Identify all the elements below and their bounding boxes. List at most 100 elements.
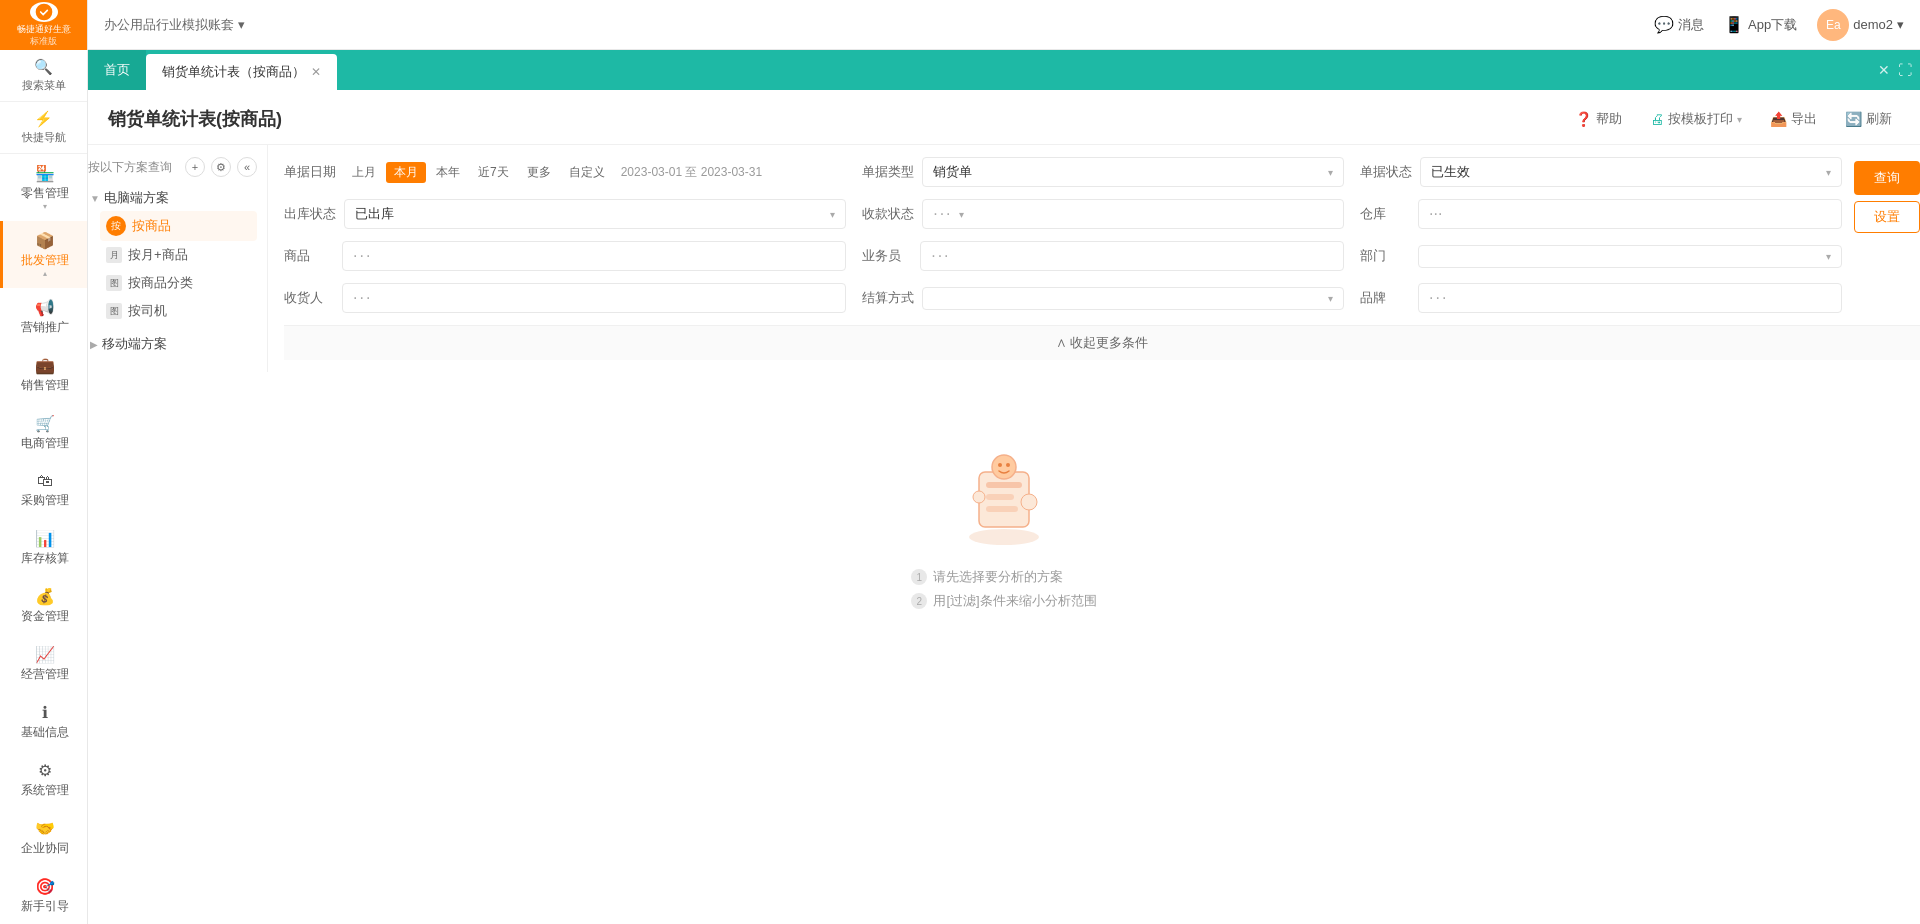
settlement-select[interactable]: ▾ xyxy=(922,287,1344,310)
date-tab-more[interactable]: 更多 xyxy=(519,162,559,183)
type-select[interactable]: 销货单 ▾ xyxy=(922,157,1344,187)
tab-maximize-icon[interactable]: ⛶ xyxy=(1898,62,1912,78)
content-area: 销货单统计表(按商品) ❓ 帮助 🖨 按模板打印 ▾ 📤 导出 xyxy=(88,90,1920,924)
filter-main: 单据日期 上月 本月 本年 近7天 更多 自定义 xyxy=(268,145,1920,372)
filter-row-2: 出库状态 已出库 ▾ 收款状态 ··· xyxy=(284,199,1842,229)
empty-illustration xyxy=(944,432,1064,552)
quick-nav-item[interactable]: ⚡ 快捷导航 xyxy=(0,102,87,154)
sidebar-item-collab[interactable]: 🤝 企业协同 xyxy=(0,809,87,867)
sidebar-item-ecom[interactable]: 🛒 电商管理 xyxy=(0,404,87,462)
svg-point-7 xyxy=(998,463,1002,467)
empty-text-list: 1 请先选择要分析的方案 2 用[过滤]条件来缩小分析范围 xyxy=(911,568,1096,616)
date-tab-this-year[interactable]: 本年 xyxy=(428,162,468,183)
sidebar-item-purchase[interactable]: 🛍 采购管理 xyxy=(0,462,87,519)
retail-label: 零售管理 xyxy=(21,185,69,202)
wholesale-label: 批发管理 xyxy=(21,252,69,269)
settings-button[interactable]: 设置 xyxy=(1854,201,1920,233)
date-field: 单据日期 上月 本月 本年 近7天 更多 自定义 xyxy=(284,162,846,183)
sidebar-item-finance[interactable]: 💰 资金管理 xyxy=(0,577,87,635)
settlement-arrow: ▾ xyxy=(1328,293,1333,304)
pc-scheme-header[interactable]: ▼ 电脑端方案 xyxy=(88,185,257,211)
help-btn[interactable]: ❓ 帮助 xyxy=(1567,106,1630,132)
warehouse-input[interactable]: ··· xyxy=(1418,199,1842,229)
settlement-label: 结算方式 xyxy=(862,289,914,307)
marketing-icon: 📢 xyxy=(35,298,55,317)
consignee-input[interactable]: ··· xyxy=(342,283,846,313)
date-tab-last-month[interactable]: 上月 xyxy=(344,162,384,183)
retail-icon: 🏪 xyxy=(35,164,55,183)
app-logo[interactable]: 畅捷通好生意 标准版 xyxy=(0,0,87,50)
avatar-text: Ea xyxy=(1826,18,1841,32)
wholesale-icon: 📦 xyxy=(35,231,55,250)
sidebar-item-system[interactable]: ⚙ 系统管理 xyxy=(0,751,87,809)
phone-icon: 📱 xyxy=(1724,15,1744,34)
message-label: 消息 xyxy=(1678,16,1704,34)
quick-nav-label: 快捷导航 xyxy=(4,130,83,145)
inventory-label: 库存核算 xyxy=(21,550,69,567)
svg-point-8 xyxy=(1006,463,1010,467)
date-label: 单据日期 xyxy=(284,163,336,181)
tab-close-window-icon[interactable]: ✕ xyxy=(1878,62,1890,78)
sidebar-item-operation[interactable]: 📈 经营管理 xyxy=(0,635,87,693)
sidebar-item-newbie[interactable]: 🎯 新手引导 xyxy=(0,867,87,924)
tree-item-by-goods[interactable]: 按 按商品 xyxy=(100,211,257,241)
tab-home[interactable]: 首页 xyxy=(88,50,146,90)
edit-scheme-btn[interactable]: ⚙ xyxy=(211,157,231,177)
tree-item-by-month-goods[interactable]: 月 按月+商品 xyxy=(100,241,257,269)
sidebar-item-retail[interactable]: 🏪 零售管理 ▾ xyxy=(0,154,87,221)
goods-input[interactable]: ··· xyxy=(342,241,846,271)
collab-icon: 🤝 xyxy=(35,819,55,838)
sales-stat-tab-label: 销货单统计表（按商品） xyxy=(162,63,305,81)
collect-input[interactable]: ··· ▾ xyxy=(922,199,1344,229)
date-tab-custom[interactable]: 自定义 xyxy=(561,162,613,183)
print-label: 按模板打印 xyxy=(1668,110,1733,128)
app-download-btn[interactable]: 📱 App下载 xyxy=(1724,15,1797,34)
brand-input[interactable]: ··· xyxy=(1418,283,1842,313)
pc-scheme-arrow: ▼ xyxy=(90,193,100,204)
empty-tip-2: 2 用[过滤]条件来缩小分析范围 xyxy=(911,592,1096,610)
brand-field: 品牌 ··· xyxy=(1360,283,1842,313)
tab-close-icon[interactable]: ✕ xyxy=(311,65,321,79)
query-button[interactable]: 查询 xyxy=(1854,161,1920,195)
collect-label: 收款状态 xyxy=(862,205,914,223)
empty-state: 1 请先选择要分析的方案 2 用[过滤]条件来缩小分析范围 xyxy=(88,372,1920,676)
user-menu[interactable]: Ea demo2 ▾ xyxy=(1817,9,1904,41)
mobile-scheme-header[interactable]: ▶ 移动端方案 xyxy=(88,331,257,357)
ecom-icon: 🛒 xyxy=(35,414,55,433)
status-select[interactable]: 已生效 ▾ xyxy=(1420,157,1842,187)
sidebar-item-basic[interactable]: ℹ 基础信息 xyxy=(0,693,87,751)
collapse-conditions-btn[interactable]: ∧ 收起更多条件 xyxy=(284,325,1920,360)
driver-label: 按司机 xyxy=(128,302,167,320)
date-tab-7days[interactable]: 近7天 xyxy=(470,162,517,183)
sidebar-item-marketing[interactable]: 📢 营销推广 xyxy=(0,288,87,346)
add-scheme-btn[interactable]: + xyxy=(185,157,205,177)
message-btn[interactable]: 💬 消息 xyxy=(1654,15,1704,34)
salesman-field: 业务员 ··· xyxy=(862,241,1344,271)
tree-item-by-driver[interactable]: 图 按司机 xyxy=(100,297,257,325)
industry-selector[interactable]: 办公用品行业模拟账套 ▾ xyxy=(104,16,245,34)
sidebar-item-inventory[interactable]: 📊 库存核算 xyxy=(0,519,87,577)
tab-sales-stat[interactable]: 销货单统计表（按商品） ✕ xyxy=(146,54,337,90)
mobile-scheme-group: ▶ 移动端方案 xyxy=(88,331,257,357)
out-status-select[interactable]: 已出库 ▾ xyxy=(344,199,846,229)
svg-point-10 xyxy=(973,491,985,503)
goods-field: 商品 ··· xyxy=(284,241,846,271)
sidebar-item-wholesale[interactable]: 📦 批发管理 ▴ xyxy=(0,221,87,288)
date-tab-this-month[interactable]: 本月 xyxy=(386,162,426,183)
refresh-label: 刷新 xyxy=(1866,110,1892,128)
refresh-btn[interactable]: 🔄 刷新 xyxy=(1837,106,1900,132)
filter-sidebar: 按以下方案查询 + ⚙ « ▼ 电脑端方案 xyxy=(88,145,268,372)
collapse-sidebar-btn[interactable]: « xyxy=(237,157,257,177)
print-btn[interactable]: 🖨 按模板打印 ▾ xyxy=(1642,106,1750,132)
tree-item-by-category[interactable]: 图 按商品分类 xyxy=(100,269,257,297)
export-btn[interactable]: 📤 导出 xyxy=(1762,106,1825,132)
doc-type-field: 单据类型 销货单 ▾ xyxy=(862,157,1344,187)
dept-select[interactable]: ▾ xyxy=(1418,245,1842,268)
sidebar-item-sales[interactable]: 💼 销售管理 xyxy=(0,346,87,404)
refresh-icon: 🔄 xyxy=(1845,111,1862,127)
search-menu-item[interactable]: 🔍 搜索菜单 xyxy=(0,50,87,102)
goods-dot: 按 xyxy=(106,216,126,236)
filter-row-4: 收货人 ··· 结算方式 ▾ xyxy=(284,283,1842,313)
consignee-dots: ··· xyxy=(353,289,372,307)
salesman-input[interactable]: ··· xyxy=(920,241,1344,271)
